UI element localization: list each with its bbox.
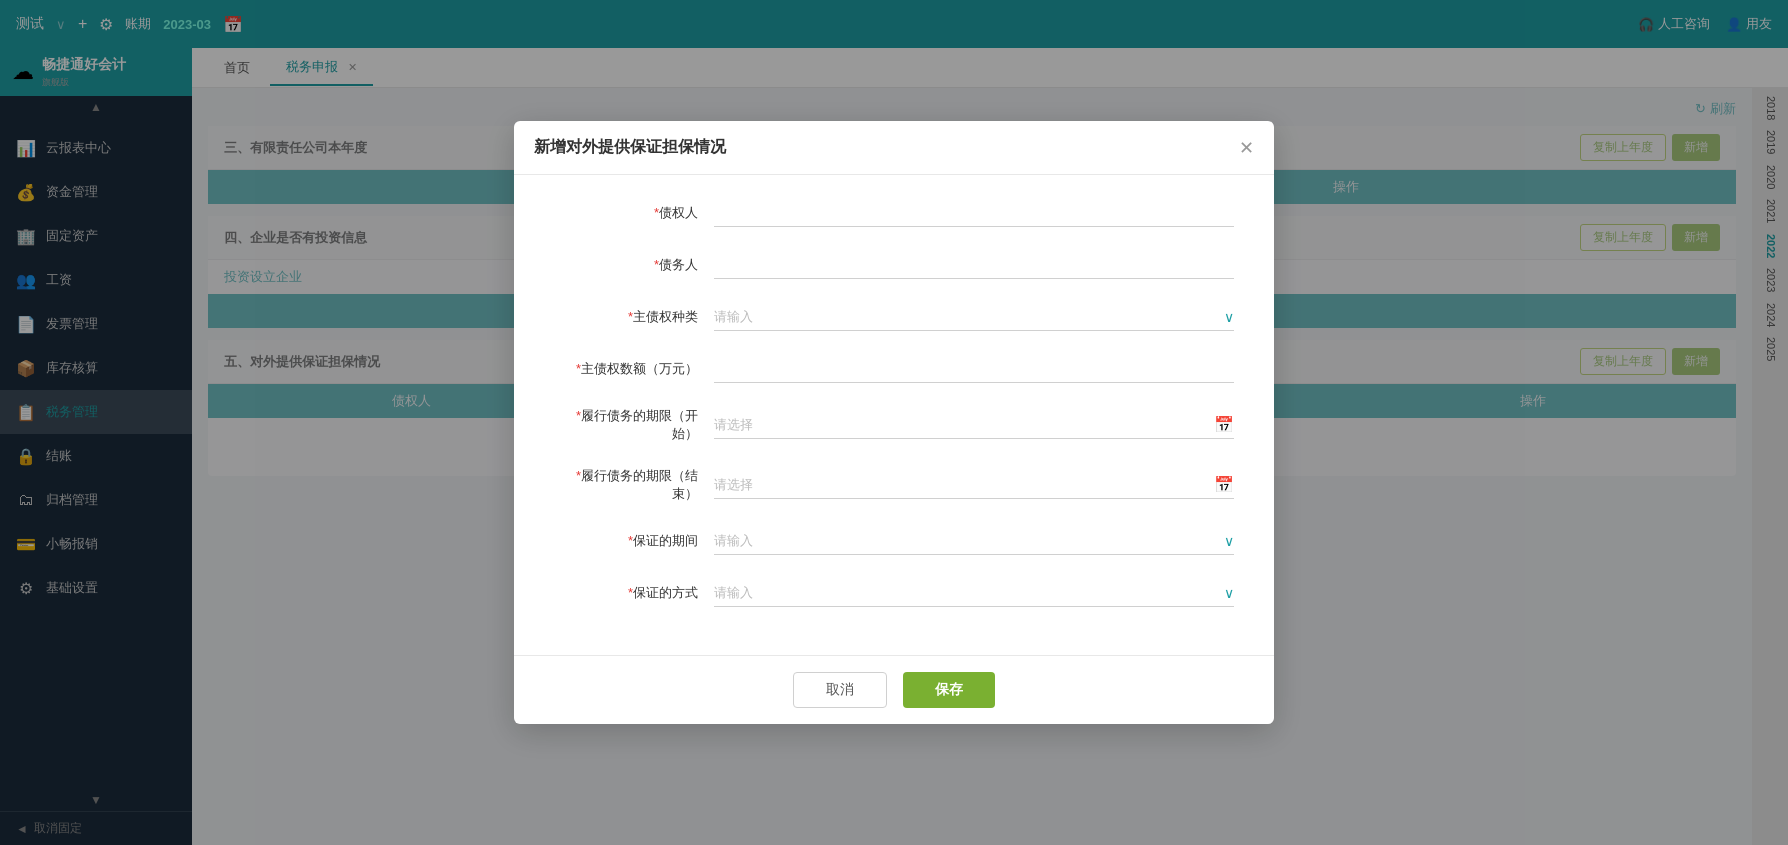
- period-start-field: 📅: [714, 411, 1234, 439]
- debtor-input[interactable]: [714, 257, 1234, 272]
- creditor-field: [714, 199, 1234, 227]
- form-row-period-end: *履行债务的期限（结束） 📅: [554, 467, 1234, 503]
- guarantee-period-field: ∨: [714, 527, 1234, 555]
- period-end-calendar[interactable]: 📅: [1214, 475, 1234, 494]
- modal-overlay: 新增对外提供保证担保情况 ✕ *债权人 *债务人: [0, 0, 1788, 845]
- form-row-period-start: *履行债务的期限（开始） 📅: [554, 407, 1234, 443]
- period-end-label: *履行债务的期限（结束）: [554, 467, 714, 503]
- period-end-field: 📅: [714, 471, 1234, 499]
- form-row-creditor: *债权人: [554, 199, 1234, 227]
- debtor-field: [714, 251, 1234, 279]
- claim-amount-label: *主债权数额（万元）: [554, 360, 714, 378]
- period-start-label: *履行债务的期限（开始）: [554, 407, 714, 443]
- guarantee-method-field: ∨: [714, 579, 1234, 607]
- claim-type-label: *主债权种类: [554, 308, 714, 326]
- claim-type-field: ∨: [714, 303, 1234, 331]
- modal-header: 新增对外提供保证担保情况 ✕: [514, 121, 1274, 175]
- period-start-calendar[interactable]: 📅: [1214, 415, 1234, 434]
- period-end-input[interactable]: [714, 477, 1234, 492]
- debtor-label: *债务人: [554, 256, 714, 274]
- period-start-input[interactable]: [714, 417, 1234, 432]
- modal-dialog: 新增对外提供保证担保情况 ✕ *债权人 *债务人: [514, 121, 1274, 724]
- form-row-guarantee-method: *保证的方式 ∨: [554, 579, 1234, 607]
- modal-body: *债权人 *债务人 *主债权种类: [514, 175, 1274, 655]
- modal-close-button[interactable]: ✕: [1239, 139, 1254, 157]
- guarantee-period-label: *保证的期间: [554, 532, 714, 550]
- claim-amount-input[interactable]: [714, 361, 1234, 376]
- claim-amount-field: [714, 355, 1234, 383]
- save-button[interactable]: 保存: [903, 672, 995, 708]
- guarantee-period-input[interactable]: [714, 533, 1234, 548]
- form-row-guarantee-period: *保证的期间 ∨: [554, 527, 1234, 555]
- form-row-claim-amount: *主债权数额（万元）: [554, 355, 1234, 383]
- form-row-claim-type: *主债权种类 ∨: [554, 303, 1234, 331]
- claim-type-input[interactable]: [714, 309, 1234, 324]
- guarantee-method-label: *保证的方式: [554, 584, 714, 602]
- modal-footer: 取消 保存: [514, 655, 1274, 724]
- guarantee-method-input[interactable]: [714, 585, 1234, 600]
- cancel-button[interactable]: 取消: [793, 672, 887, 708]
- creditor-input[interactable]: [714, 205, 1234, 220]
- creditor-label: *债权人: [554, 204, 714, 222]
- modal-title: 新增对外提供保证担保情况: [534, 137, 726, 158]
- form-row-debtor: *债务人: [554, 251, 1234, 279]
